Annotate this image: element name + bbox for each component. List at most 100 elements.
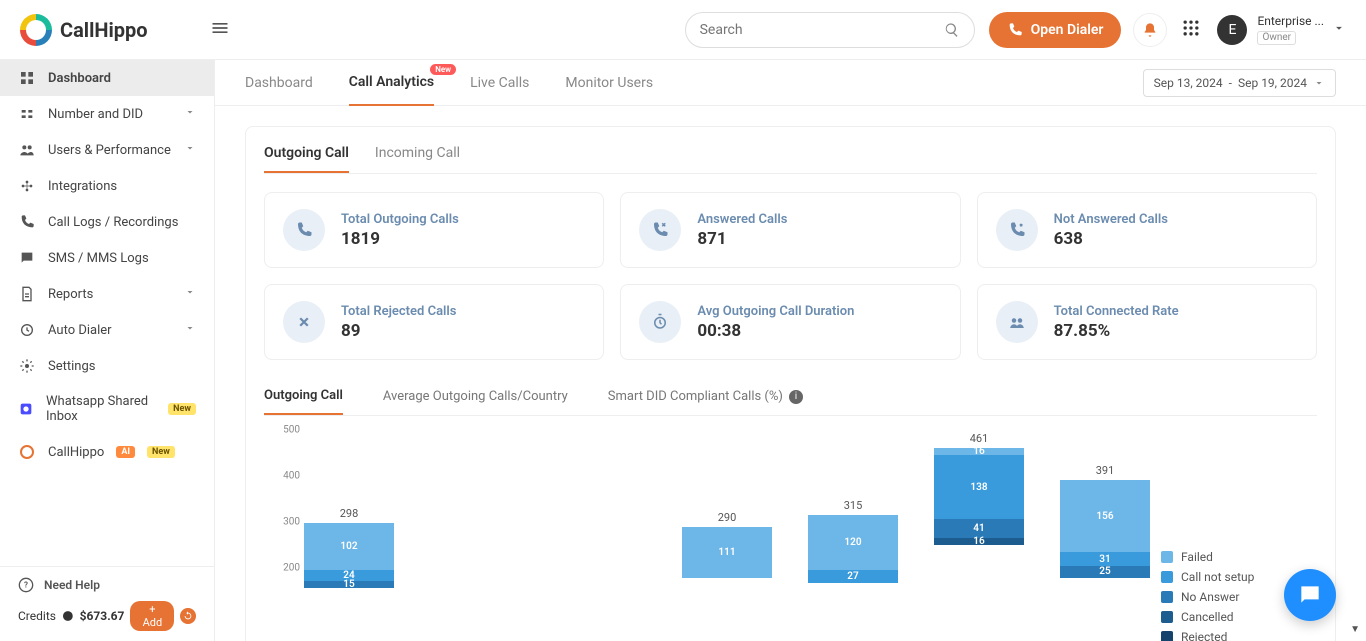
date-range-picker[interactable]: Sep 13, 2024 - Sep 19, 2024 [1143,69,1336,97]
tab-label: Live Calls [470,75,529,91]
legend-label: Rejected [1181,630,1227,641]
date-to: Sep 19, 2024 [1238,76,1307,90]
chart-tab-average-outgoing-calls-country[interactable]: Average Outgoing Calls/Country [383,388,568,415]
sidebar-item-auto-dialer[interactable]: Auto Dialer [0,312,214,348]
chart-tab-outgoing-call[interactable]: Outgoing Call [264,388,343,415]
bell-icon [1142,22,1158,38]
credits-row: Credits $673.67 + Add [18,601,196,631]
help-icon: ? [18,577,34,593]
sidebar-item-integrations[interactable]: Integrations [0,168,214,204]
stat-card-not-answered-calls: Not Answered Calls638 [977,192,1317,268]
tab-live-calls[interactable]: Live Calls [470,60,529,106]
chart-bar[interactable]: 31512027 [808,515,898,641]
chart-bar[interactable]: 290111 [682,527,772,641]
y-tick: 300 [283,517,300,528]
legend-swatch [1161,571,1173,583]
logo[interactable]: CallHippo [20,14,210,46]
avatar[interactable]: E [1217,15,1247,45]
tab-monitor-users[interactable]: Monitor Users [565,60,653,106]
chat-icon [1297,582,1323,608]
bar-segment-failed: 156 [1060,480,1150,552]
chart-tab-label: Average Outgoing Calls/Country [383,389,568,404]
search-input[interactable] [700,22,944,38]
user-menu[interactable]: Enterprise ... Owner [1257,14,1324,44]
search-box[interactable] [685,12,975,48]
nav-icon [18,358,36,374]
stat-icon [996,301,1038,343]
nav-icon [18,178,36,194]
info-icon[interactable] [62,610,74,622]
search-icon [944,22,960,38]
bar-segment-failed: 102 [304,523,394,570]
chat-launcher[interactable] [1284,569,1336,621]
tab-label: Monitor Users [565,75,653,91]
need-help-link[interactable]: ? Need Help [18,577,196,593]
nav-icon [18,401,34,417]
chart-bar[interactable]: 461161384116 [934,448,1024,641]
main-content[interactable]: Dashboard Call AnalyticsNew Live Calls Moni… [215,60,1366,641]
sidebar-item-sms-mms-logs[interactable]: SMS / MMS Logs [0,240,214,276]
sidebar-toggle[interactable] [210,18,230,42]
sidebar-item-users-performance[interactable]: Users & Performance [0,132,214,168]
chart-tab-smart-did-compliant-calls-[interactable]: Smart DID Compliant Calls (%) i [608,388,803,415]
apps-button[interactable] [1181,18,1201,42]
stat-icon [283,301,325,343]
chart-bar[interactable]: 2981022415 [304,523,394,641]
add-credits-button[interactable]: + Add [130,601,174,631]
inner-tab-incoming-call[interactable]: Incoming Call [375,145,460,173]
stat-label: Total Connected Rate [1054,304,1179,319]
sidebar-item-dashboard[interactable]: Dashboard [0,60,214,96]
sidebar-item-reports[interactable]: Reports [0,276,214,312]
stat-card-total-connected-rate: Total Connected Rate87.85% [977,284,1317,360]
tab-call-analytics[interactable]: Call AnalyticsNew [349,60,434,106]
bar-total-label: 315 [808,499,898,512]
scroll-down-button[interactable]: ▼ [1350,624,1360,635]
info-icon[interactable]: i [789,390,803,404]
sidebar-item-whatsapp-shared-inbox[interactable]: Whatsapp Shared InboxNew [0,384,214,434]
analytics-card: Outgoing CallIncoming Call Total Outgoin… [245,126,1336,641]
user-menu-chevron[interactable] [1332,20,1346,39]
legend-label: Call not setup [1181,570,1254,584]
sidebar-item-settings[interactable]: Settings [0,348,214,384]
sidebar-item-number-and-did[interactable]: Number and DID [0,96,214,132]
legend-item-rejected[interactable]: Rejected [1161,630,1317,641]
open-dialer-button[interactable]: Open Dialer [989,12,1122,48]
legend-item-failed[interactable]: Failed [1161,550,1317,564]
date-from: Sep 13, 2024 [1154,76,1223,90]
chart-plot: 2981022415 290111 31512027 461161384116 3911… [304,430,1147,641]
sidebar-item-label: SMS / MMS Logs [48,251,149,266]
refresh-icon [183,611,193,621]
sidebar-item-call-logs-recordings[interactable]: Call Logs / Recordings [0,204,214,240]
nav-icon [18,70,36,86]
notifications-button[interactable] [1133,13,1167,47]
bar-segment-call-not-setup: 31 [1060,552,1150,566]
stat-value: 00:38 [697,321,854,341]
stat-label: Answered Calls [697,212,787,227]
tab-dashboard[interactable]: Dashboard [245,60,313,106]
stat-label: Total Rejected Calls [341,304,457,319]
chart-tab-label: Smart DID Compliant Calls (%) [608,389,783,404]
stat-value: 871 [697,229,787,249]
sidebar-item-label: Users & Performance [48,143,171,158]
refresh-credits-button[interactable] [180,608,196,624]
logo-icon [20,14,52,46]
stat-card-total-rejected-calls: Total Rejected Calls89 [264,284,604,360]
bar-total-label: 461 [934,432,1024,445]
sub-tabs: Dashboard Call AnalyticsNew Live Calls Moni… [245,60,653,106]
nav-icon [18,286,36,302]
bar-segment-call-not-setup: 138 [934,455,1024,518]
stat-icon [639,301,681,343]
inner-tab-outgoing-call[interactable]: Outgoing Call [264,145,349,173]
phone-icon [1007,22,1023,38]
chart-bar[interactable]: 3911563125 [1060,480,1150,641]
sidebar-item-label: Auto Dialer [48,323,112,338]
chart-canvas: 200300400500 298102241529011131512027461… [264,430,1147,641]
stat-card-answered-calls: Answered Calls 871 [620,192,960,268]
sidebar-item-callhippo[interactable]: CallHippoAINew [0,434,214,470]
sidebar-item-label: Dashboard [48,71,111,86]
bar-segment-call-not-setup: 27 [808,570,898,582]
stat-icon [639,209,681,251]
legend-swatch [1161,551,1173,563]
bar-segment-no-answer: 41 [934,519,1024,538]
chart-tabs: Outgoing Call Average Outgoing Calls/Coun… [264,388,1317,416]
